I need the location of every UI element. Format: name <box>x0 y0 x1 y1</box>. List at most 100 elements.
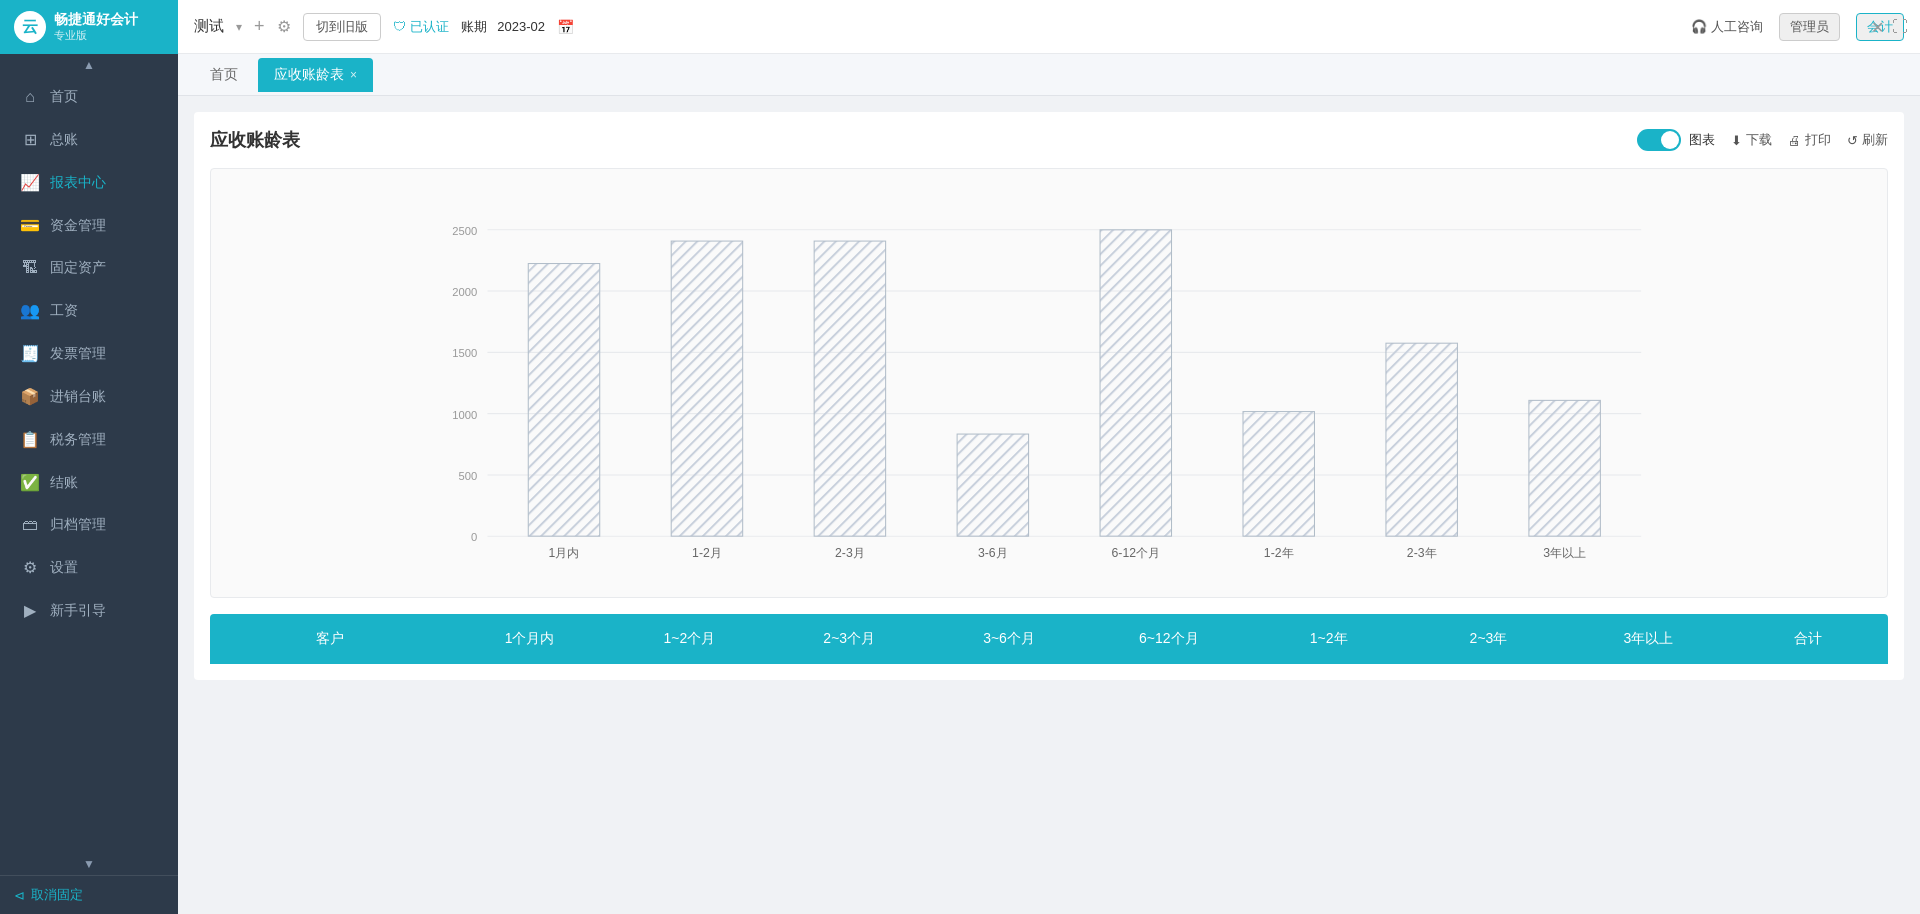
assets-icon: 🏗 <box>20 259 40 277</box>
svg-text:1-2年: 1-2年 <box>1264 546 1294 560</box>
sidebar-label-purchase: 进销台账 <box>50 388 106 406</box>
refresh-button[interactable]: ↺ 刷新 <box>1847 131 1888 149</box>
svg-text:6-12个月: 6-12个月 <box>1112 546 1161 560</box>
tab-active-label: 应收账龄表 <box>274 66 344 84</box>
table-header-cell: 1个月内 <box>450 614 610 664</box>
sidebar-label-funds: 资金管理 <box>50 217 106 235</box>
topbar-title: 测试 <box>194 17 224 36</box>
download-button[interactable]: ⬇ 下载 <box>1731 131 1772 149</box>
reports-icon: 📈 <box>20 173 40 192</box>
scroll-up-btn[interactable]: ▲ <box>0 54 178 76</box>
svg-text:3年以上: 3年以上 <box>1543 546 1586 560</box>
sidebar-item-tax[interactable]: 📋 税务管理 <box>0 418 178 461</box>
table-header-cell: 客户 <box>210 614 450 664</box>
sidebar-nav: ⌂首页 ⊞ 总账 📈 报表中心 💳 资金管理 🏗固定资产👥工资 🧾 发票管理 📦 进销台账 📋 税务管理 ✅… <box>0 76 178 853</box>
sidebar-item-salary[interactable]: 👥工资 <box>0 289 178 332</box>
report-actions: 图表 ⬇ 下载 🖨 打印 ↺ 刷新 <box>1637 129 1888 151</box>
sidebar-label-settings: 设置 <box>50 559 78 577</box>
report-header: 应收账龄表 图表 ⬇ 下载 🖨 打印 ↺ <box>210 128 1888 152</box>
sidebar-item-funds[interactable]: 💳 资金管理 <box>0 204 178 247</box>
svg-text:3-6月: 3-6月 <box>978 546 1008 560</box>
tab-close-button[interactable]: × <box>350 68 357 82</box>
settings-icon: ⚙ <box>20 558 40 577</box>
sidebar-label-archive: 归档管理 <box>50 516 106 534</box>
tab-receivable-aging[interactable]: 应收账龄表 × <box>258 58 373 92</box>
sidebar-item-home[interactable]: ⌂首页 <box>0 76 178 118</box>
topbar: 测试 ▾ + ⚙ 切到旧版 🛡 已认证 账期 2023-02 📅 🎧 人工咨询 … <box>178 0 1920 54</box>
guide-icon: ▶ <box>20 601 40 620</box>
sidebar-item-purchase[interactable]: 📦 进销台账 <box>0 375 178 418</box>
content-tabs: 首页 应收账龄表 × <box>178 54 1920 96</box>
salary-icon: 👥 <box>20 301 40 320</box>
sidebar-item-reports[interactable]: 📈 报表中心 <box>0 161 178 204</box>
tab-home[interactable]: 首页 <box>194 58 254 92</box>
sidebar-label-tax: 税务管理 <box>50 431 106 449</box>
table-header-cell: 3~6个月 <box>929 614 1089 664</box>
logo-title: 畅捷通好会计 <box>54 11 138 28</box>
print-icon: 🖨 <box>1788 133 1801 148</box>
topbar-add-button[interactable]: + <box>254 16 265 37</box>
switch-old-version-button[interactable]: 切到旧版 <box>303 13 381 41</box>
svg-text:2000: 2000 <box>452 286 477 298</box>
shield-icon: 🛡 <box>393 19 406 34</box>
svg-text:2-3年: 2-3年 <box>1407 546 1437 560</box>
purchase-icon: 📦 <box>20 387 40 406</box>
maximize-window-button[interactable]: ⛶ <box>1892 18 1908 36</box>
logo-subtitle: 专业版 <box>54 28 138 43</box>
sidebar-item-ledger[interactable]: ⊞ 总账 <box>0 118 178 161</box>
svg-text:1500: 1500 <box>452 347 477 359</box>
svg-text:2500: 2500 <box>452 225 477 237</box>
topbar-dropdown-icon[interactable]: ▾ <box>236 20 242 34</box>
svg-text:1000: 1000 <box>452 409 477 421</box>
home-icon: ⌂ <box>20 88 40 106</box>
verified-label: 已认证 <box>410 18 449 36</box>
invoice-icon: 🧾 <box>20 344 40 363</box>
bar-3年以上 <box>1529 400 1600 536</box>
chart-toggle[interactable] <box>1637 129 1681 151</box>
bar-3-6月 <box>957 434 1028 536</box>
table-header-cell: 3年以上 <box>1568 614 1728 664</box>
consult-button[interactable]: 🎧 人工咨询 <box>1691 18 1763 36</box>
svg-text:500: 500 <box>458 470 477 482</box>
sidebar-item-settings[interactable]: ⚙ 设置 <box>0 546 178 589</box>
verified-badge: 🛡 已认证 <box>393 18 449 36</box>
sidebar-label-invoice: 发票管理 <box>50 345 106 363</box>
funds-icon: 💳 <box>20 216 40 235</box>
report-title: 应收账龄表 <box>210 128 300 152</box>
sidebar-logo: 云 畅捷通好会计 专业版 <box>0 0 178 54</box>
table-header-cell: 2~3个月 <box>769 614 929 664</box>
close-window-button[interactable]: ✕ <box>1871 18 1884 37</box>
sidebar-item-guide[interactable]: ▶新手引导 <box>0 589 178 632</box>
calendar-icon[interactable]: 📅 <box>557 19 574 35</box>
ledger-icon: ⊞ <box>20 130 40 149</box>
window-controls: ✕ ⛶ <box>1859 0 1920 54</box>
sidebar-item-invoice[interactable]: 🧾 发票管理 <box>0 332 178 375</box>
sidebar-label-ledger: 总账 <box>50 131 78 149</box>
sidebar-label-reports: 报表中心 <box>50 174 106 192</box>
download-icon: ⬇ <box>1731 133 1742 148</box>
close-icon: ✅ <box>20 473 40 492</box>
table-header: 客户1个月内1~2个月2~3个月3~6个月6~12个月1~2年2~3年3年以上合… <box>210 614 1888 664</box>
bar-2-3月 <box>814 241 885 536</box>
main-area: 测试 ▾ + ⚙ 切到旧版 🛡 已认证 账期 2023-02 📅 🎧 人工咨询 … <box>178 0 1920 914</box>
sidebar-item-close[interactable]: ✅结账 <box>0 461 178 504</box>
logo-icon: 云 <box>14 11 46 43</box>
chart-toggle-label: 图表 <box>1689 131 1715 149</box>
headset-icon: 🎧 <box>1691 19 1707 34</box>
table-header-cell: 合计 <box>1728 614 1888 664</box>
bar-1-2年 <box>1243 412 1314 537</box>
cancel-pin-button[interactable]: ⊲ 取消固定 <box>0 875 178 914</box>
table-header-cell: 2~3年 <box>1409 614 1569 664</box>
sidebar-item-archive[interactable]: 🗃 归档管理 <box>0 504 178 546</box>
bar-1-2月 <box>671 241 742 536</box>
table-header-cell: 1~2年 <box>1249 614 1409 664</box>
topbar-settings-icon[interactable]: ⚙ <box>277 17 291 36</box>
admin-button[interactable]: 管理员 <box>1779 13 1840 41</box>
bar-2-3年 <box>1386 343 1457 536</box>
print-button[interactable]: 🖨 打印 <box>1788 131 1831 149</box>
sidebar-item-assets[interactable]: 🏗固定资产 <box>0 247 178 289</box>
scroll-down-btn[interactable]: ▼ <box>0 853 178 875</box>
archive-icon: 🗃 <box>20 516 40 534</box>
bar-1月内 <box>528 264 599 537</box>
tax-icon: 📋 <box>20 430 40 449</box>
